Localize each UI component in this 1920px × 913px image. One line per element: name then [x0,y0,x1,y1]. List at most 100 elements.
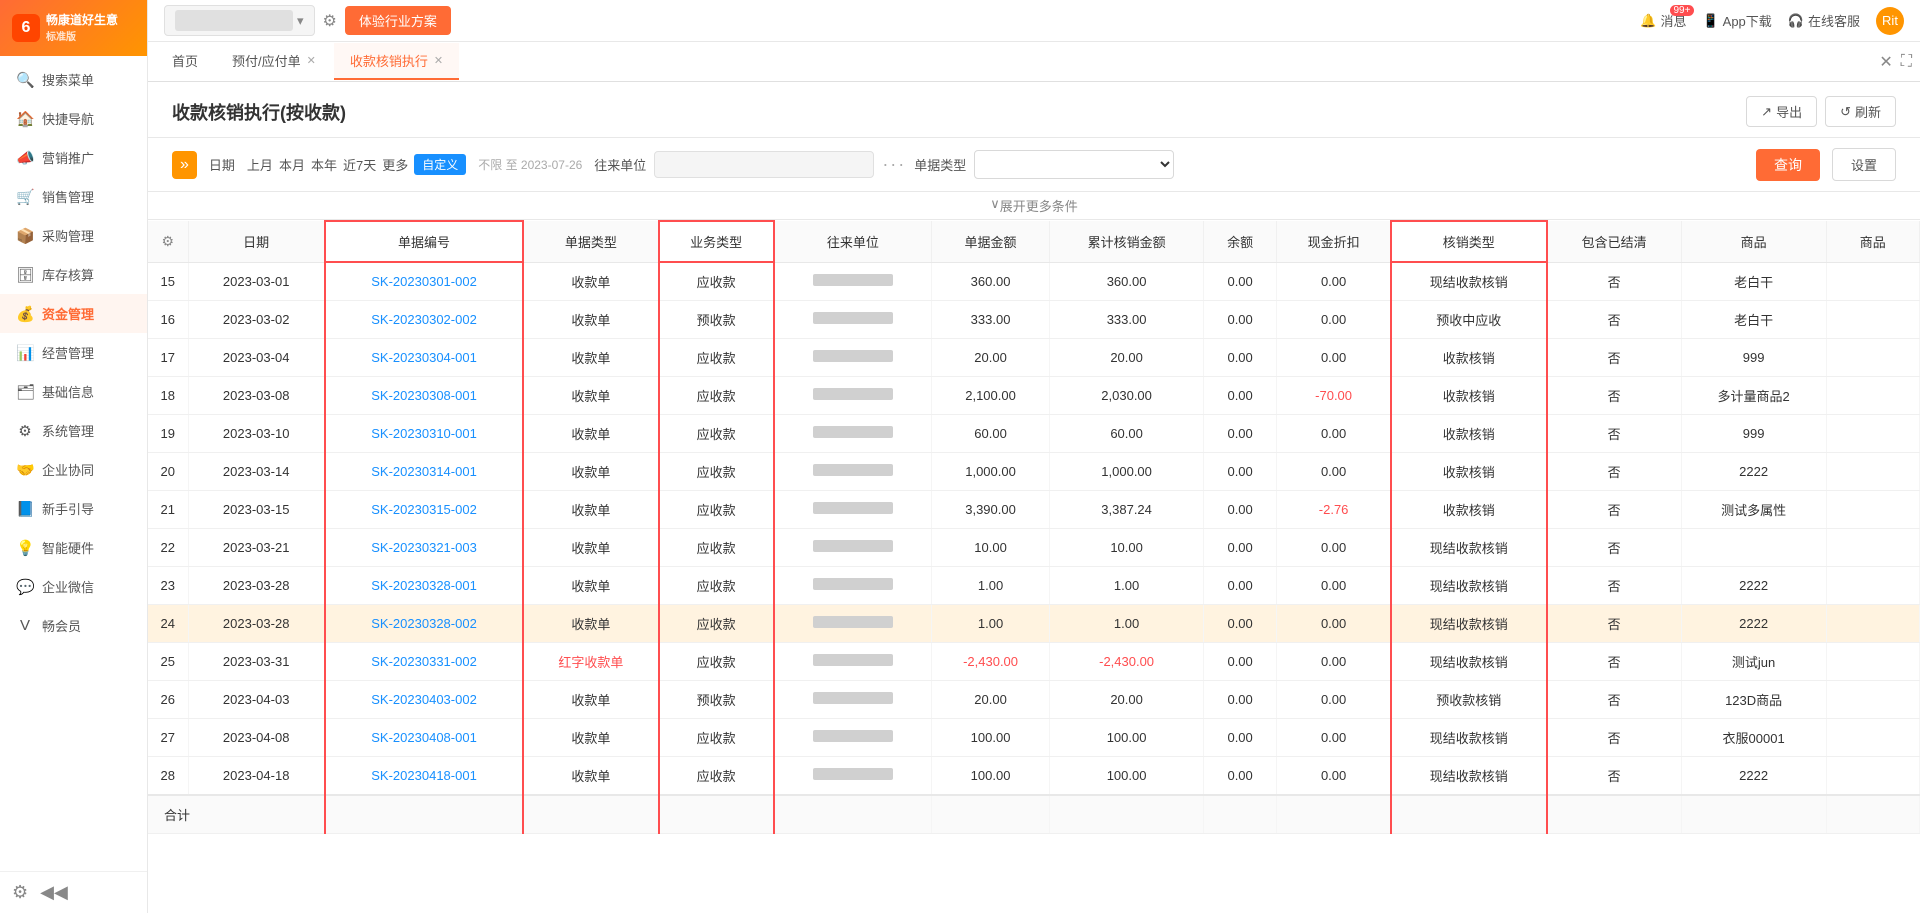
date-opt-this-year[interactable]: 本年 [311,155,337,174]
sidebar-item-system[interactable]: ⚙ 系统管理 [0,411,147,450]
notification-btn[interactable]: 🔔 消息 99+ [1640,11,1686,30]
cell-sn[interactable]: SK-20230328-001 [325,567,523,605]
cell-sn[interactable]: SK-20230321-003 [325,529,523,567]
sidebar-item-hardware[interactable]: 💡 智能硬件 [0,528,147,567]
cell-verify: 20.00 [1050,681,1204,719]
table-row[interactable]: 28 2023-04-18 SK-20230418-001 收款单 应收款 10… [148,757,1920,796]
settings-icon[interactable]: ⚙ [12,882,28,903]
sidebar-item-wechat[interactable]: 💬 企业微信 [0,567,147,606]
sn-link[interactable]: SK-20230328-001 [371,578,477,593]
sidebar-item-marketing[interactable]: 📣 营销推广 [0,138,147,177]
tab-receipt-close-icon[interactable]: ✕ [434,54,443,67]
cell-btype: 预收款 [659,301,774,339]
table-row[interactable]: 15 2023-03-01 SK-20230301-002 收款单 应收款 36… [148,262,1920,301]
sn-link[interactable]: SK-20230408-001 [371,730,477,745]
column-settings-icon[interactable]: ⚙ [161,233,174,249]
sn-link[interactable]: SK-20230304-001 [371,350,477,365]
sidebar-item-sales[interactable]: 🛒 销售管理 [0,177,147,216]
expand-more-btn[interactable]: ∨ 展开更多条件 [148,192,1920,220]
close-tab-icon[interactable]: ✕ [1879,52,1892,72]
table-row[interactable]: 17 2023-03-04 SK-20230304-001 收款单 应收款 20… [148,339,1920,377]
sidebar-item-finance[interactable]: 💰 资金管理 [0,294,147,333]
cell-discount: 0.00 [1277,301,1391,339]
date-opt-7days[interactable]: 近7天 [343,155,376,174]
table-row[interactable]: 16 2023-03-02 SK-20230302-002 收款单 预收款 33… [148,301,1920,339]
table-row[interactable]: 23 2023-03-28 SK-20230328-001 收款单 应收款 1.… [148,567,1920,605]
user-avatar[interactable]: Rit [1876,7,1904,35]
filter-toggle-btn[interactable]: » [172,151,197,179]
settings-gear-icon[interactable]: ⚙ [323,11,337,31]
sn-link[interactable]: SK-20230315-002 [371,502,477,517]
cell-sn[interactable]: SK-20230314-001 [325,453,523,491]
sidebar-item-inventory[interactable]: 🗄 库存核算 [0,255,147,294]
table-row[interactable]: 21 2023-03-15 SK-20230315-002 收款单 应收款 3,… [148,491,1920,529]
cell-discount: 0.00 [1277,415,1391,453]
cell-sn[interactable]: SK-20230328-002 [325,605,523,643]
more-filters-btn[interactable]: ··· [882,154,906,175]
sidebar-label-member: 畅会员 [42,616,81,635]
table-row[interactable]: 27 2023-04-08 SK-20230408-001 收款单 应收款 10… [148,719,1920,757]
cell-sn[interactable]: SK-20230304-001 [325,339,523,377]
tab-advance-close-icon[interactable]: ✕ [307,54,316,67]
sidebar-item-operation[interactable]: 📊 经营管理 [0,333,147,372]
cell-sn[interactable]: SK-20230408-001 [325,719,523,757]
cell-discount: 0.00 [1277,757,1391,796]
cell-sn[interactable]: SK-20230301-002 [325,262,523,301]
sn-link[interactable]: SK-20230310-001 [371,426,477,441]
th-verify-type: 核销类型 [1391,221,1547,262]
table-row[interactable]: 25 2023-03-31 SK-20230331-002 红字收款单 应收款 … [148,643,1920,681]
cell-sn[interactable]: SK-20230331-002 [325,643,523,681]
table-row[interactable]: 19 2023-03-10 SK-20230310-001 收款单 应收款 60… [148,415,1920,453]
sn-link[interactable]: SK-20230314-001 [371,464,477,479]
sn-link[interactable]: SK-20230321-003 [371,540,477,555]
sn-link[interactable]: SK-20230328-002 [371,616,477,631]
tab-home[interactable]: 首页 [156,43,214,80]
setting-btn[interactable]: 设置 [1832,148,1896,181]
sidebar-item-member[interactable]: V 畅会员 [0,606,147,645]
collapse-icon[interactable]: ◀◀ [40,882,68,903]
th-gear[interactable]: ⚙ [148,221,188,262]
sn-link[interactable]: SK-20230302-002 [371,312,477,327]
cell-sn[interactable]: SK-20230310-001 [325,415,523,453]
table-row[interactable]: 22 2023-03-21 SK-20230321-003 收款单 应收款 10… [148,529,1920,567]
sidebar-item-quick-nav[interactable]: 🏠 快捷导航 [0,99,147,138]
sidebar-item-guide[interactable]: 📘 新手引导 [0,489,147,528]
fullscreen-icon[interactable]: ⛶ [1901,53,1912,71]
workspace-selector[interactable]: ▾ [164,5,315,36]
cell-sn[interactable]: SK-20230302-002 [325,301,523,339]
date-opt-more[interactable]: 更多 [382,155,408,174]
box-icon: 📦 [16,227,34,245]
tab-advance-payment[interactable]: 预付/应付单 ✕ [216,43,332,80]
sidebar-item-purchase[interactable]: 📦 采购管理 [0,216,147,255]
cell-sn[interactable]: SK-20230308-001 [325,377,523,415]
cell-date: 2023-03-10 [188,415,325,453]
sn-link[interactable]: SK-20230301-002 [371,274,477,289]
sn-link[interactable]: SK-20230403-002 [371,692,477,707]
table-row[interactable]: 18 2023-03-08 SK-20230308-001 收款单 应收款 2,… [148,377,1920,415]
cell-sn[interactable]: SK-20230418-001 [325,757,523,796]
receipt-type-select[interactable] [974,150,1174,179]
sidebar-item-corp[interactable]: 🤝 企业协同 [0,450,147,489]
sidebar-label-purchase: 采购管理 [42,226,94,245]
date-opt-last-month[interactable]: 上月 [247,155,273,174]
table-row[interactable]: 20 2023-03-14 SK-20230314-001 收款单 应收款 1,… [148,453,1920,491]
sn-link[interactable]: SK-20230331-002 [371,654,477,669]
partner-input[interactable] [654,151,874,178]
sn-link[interactable]: SK-20230308-001 [371,388,477,403]
export-btn[interactable]: ↗ 导出 [1746,96,1817,127]
table-row[interactable]: 24 2023-03-28 SK-20230328-002 收款单 应收款 1.… [148,605,1920,643]
industry-solution-btn[interactable]: 体验行业方案 [345,6,451,35]
date-custom-btn[interactable]: 自定义 [414,154,466,175]
refresh-btn[interactable]: ↺ 刷新 [1825,96,1896,127]
online-service-btn[interactable]: 🎧 在线客服 [1788,11,1860,30]
app-download-btn[interactable]: 📱 App下载 [1702,11,1771,30]
cell-sn[interactable]: SK-20230315-002 [325,491,523,529]
sidebar-item-basic[interactable]: 🗂 基础信息 [0,372,147,411]
sidebar-item-search[interactable]: 🔍 搜索菜单 [0,60,147,99]
sn-link[interactable]: SK-20230418-001 [371,768,477,783]
cell-sn[interactable]: SK-20230403-002 [325,681,523,719]
date-opt-this-month[interactable]: 本月 [279,155,305,174]
table-row[interactable]: 26 2023-04-03 SK-20230403-002 收款单 预收款 20… [148,681,1920,719]
query-btn[interactable]: 查询 [1756,149,1820,181]
tab-receipt-verify[interactable]: 收款核销执行 ✕ [334,43,459,80]
